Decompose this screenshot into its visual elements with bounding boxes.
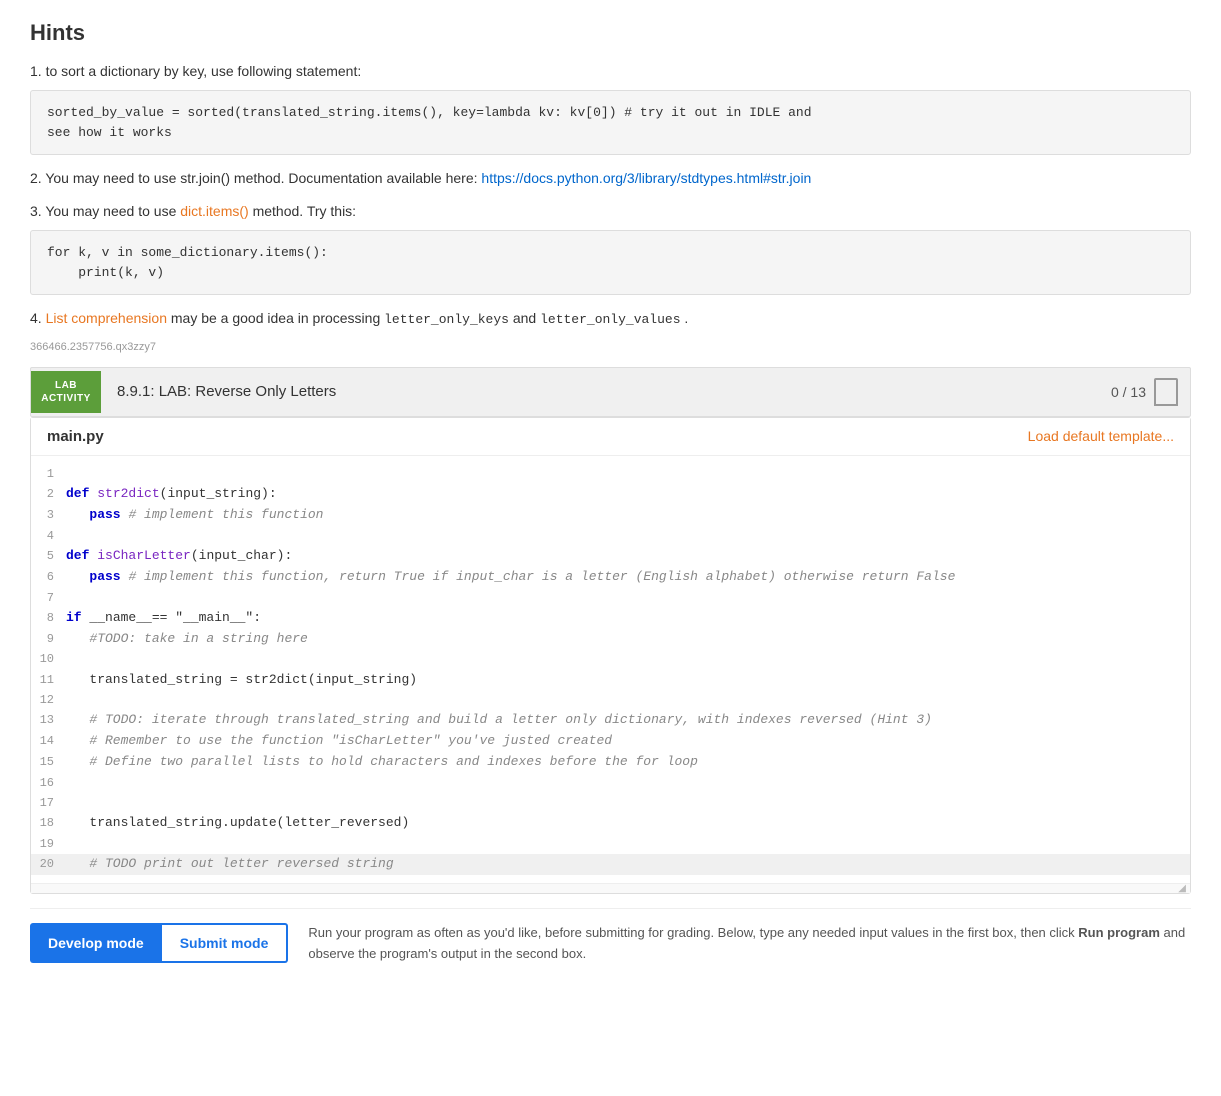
code-line-4: 4 — [31, 526, 1190, 546]
lab-score-value: 0 / 13 — [1111, 384, 1146, 400]
lab-bar: LAB ACTIVITY 8.9.1: LAB: Reverse Only Le… — [30, 367, 1191, 417]
hint-4-code2: letter_only_values — [540, 312, 680, 327]
lab-label-line1: LAB — [41, 379, 91, 392]
line-num-3: 3 — [31, 505, 66, 525]
code-line-8: 8 if __name__== "__main__": — [31, 608, 1190, 629]
lab-title: 8.9.1: LAB: Reverse Only Letters — [101, 373, 1099, 410]
submit-mode-button[interactable]: Submit mode — [162, 923, 289, 963]
code-block-2: for k, v in some_dictionary.items(): pri… — [30, 230, 1191, 295]
code-line-10: 10 — [31, 649, 1190, 669]
editor-filename: main.py — [47, 428, 104, 445]
hint-4-and: and — [513, 310, 540, 326]
load-default-link[interactable]: Load default template... — [1028, 428, 1174, 444]
mode-buttons: Develop mode Submit mode — [30, 923, 288, 963]
hint-2-link[interactable]: https://docs.python.org/3/library/stdtyp… — [481, 170, 811, 186]
bottom-description: Run your program as often as you'd like,… — [308, 923, 1191, 965]
bottom-text-bold: Run program — [1078, 925, 1160, 940]
hint-2-number: 2. — [30, 170, 42, 186]
code-line-11: 11 translated_string = str2dict(input_st… — [31, 670, 1190, 691]
code-line-6: 6 pass # implement this function, return… — [31, 567, 1190, 588]
hint-4-period: . — [684, 310, 688, 326]
hint-2: 2. You may need to use str.join() method… — [30, 167, 1191, 189]
line-num-17: 17 — [31, 793, 66, 813]
line-num-14: 14 — [31, 731, 66, 751]
resize-icon: ◢ — [1178, 883, 1186, 894]
hint-4-number: 4. — [30, 310, 42, 326]
hint-2-text-before: You may need to use str.join() method. D… — [45, 170, 481, 186]
line-num-7: 7 — [31, 588, 66, 608]
line-content-6: pass # implement this function, return T… — [66, 567, 1190, 588]
hint-3-text-before: You may need to use — [45, 203, 180, 219]
line-num-19: 19 — [31, 834, 66, 854]
code-line-19: 19 — [31, 834, 1190, 854]
code-line-3: 3 pass # implement this function — [31, 505, 1190, 526]
line-num-4: 4 — [31, 526, 66, 546]
code-line-15: 15 # Define two parallel lists to hold c… — [31, 752, 1190, 773]
line-num-18: 18 — [31, 813, 66, 833]
hint-1: 1. to sort a dictionary by key, use foll… — [30, 60, 1191, 155]
line-num-12: 12 — [31, 690, 66, 710]
lab-label-line2: ACTIVITY — [41, 392, 91, 405]
line-num-13: 13 — [31, 710, 66, 730]
page-title: Hints — [30, 20, 1191, 46]
code-line-12: 12 — [31, 690, 1190, 710]
editor-resize-handle[interactable]: ◢ — [31, 883, 1190, 893]
line-content-3: pass # implement this function — [66, 505, 1190, 526]
line-num-16: 16 — [31, 773, 66, 793]
hint-3-text-after: method. Try this: — [253, 203, 356, 219]
code-line-5: 5 def isCharLetter(input_char): — [31, 546, 1190, 567]
code-line-9: 9 #TODO: take in a string here — [31, 629, 1190, 650]
metadata: 366466.2357756.qx3zzy7 — [30, 341, 1191, 353]
lab-score: 0 / 13 — [1099, 368, 1190, 416]
line-num-15: 15 — [31, 752, 66, 772]
code-line-7: 7 — [31, 588, 1190, 608]
line-content-5: def isCharLetter(input_char): — [66, 546, 1190, 567]
bottom-text-part1: Run your program as often as you'd like,… — [308, 925, 1078, 940]
code-line-17: 17 — [31, 793, 1190, 813]
code-line-1: 1 — [31, 464, 1190, 484]
line-content-14: # Remember to use the function "isCharLe… — [66, 731, 1190, 752]
line-num-1: 1 — [31, 464, 66, 484]
code-editor[interactable]: 1 2 def str2dict(input_string): 3 pass #… — [31, 456, 1190, 883]
code-block-1: sorted_by_value = sorted(translated_stri… — [30, 90, 1191, 155]
code-line-20: 20 # TODO print out letter reversed stri… — [31, 854, 1190, 875]
line-content-15: # Define two parallel lists to hold char… — [66, 752, 1190, 773]
line-num-10: 10 — [31, 649, 66, 669]
line-content-18: translated_string.update(letter_reversed… — [66, 813, 1190, 834]
code-line-16: 16 — [31, 773, 1190, 793]
hint-4-code1: letter_only_keys — [384, 312, 509, 327]
code-line-18: 18 translated_string.update(letter_rever… — [31, 813, 1190, 834]
hints-list: 1. to sort a dictionary by key, use foll… — [30, 60, 1191, 331]
line-content-9: #TODO: take in a string here — [66, 629, 1190, 650]
line-content-8: if __name__== "__main__": — [66, 608, 1190, 629]
line-content-13: # TODO: iterate through translated_strin… — [66, 710, 1190, 731]
line-num-2: 2 — [31, 484, 66, 504]
line-num-5: 5 — [31, 546, 66, 566]
editor-container: main.py Load default template... 1 2 def… — [30, 417, 1191, 894]
code-line-2: 2 def str2dict(input_string): — [31, 484, 1190, 505]
hint-3: 3. You may need to use dict.items() meth… — [30, 200, 1191, 295]
line-num-6: 6 — [31, 567, 66, 587]
develop-mode-button[interactable]: Develop mode — [30, 923, 162, 963]
line-num-8: 8 — [31, 608, 66, 628]
hint-4: 4. List comprehension may be a good idea… — [30, 307, 1191, 331]
bottom-bar: Develop mode Submit mode Run your progra… — [30, 908, 1191, 979]
editor-header: main.py Load default template... — [31, 418, 1190, 456]
hint-3-link[interactable]: dict.items() — [180, 203, 248, 219]
hint-4-link[interactable]: List comprehension — [46, 310, 167, 326]
hint-4-text-before: may be a good idea in processing — [171, 310, 384, 326]
line-num-9: 9 — [31, 629, 66, 649]
code-line-13: 13 # TODO: iterate through translated_st… — [31, 710, 1190, 731]
code-line-14: 14 # Remember to use the function "isCha… — [31, 731, 1190, 752]
hint-3-number: 3. — [30, 203, 42, 219]
line-content-2: def str2dict(input_string): — [66, 484, 1190, 505]
hint-1-number: 1. — [30, 63, 42, 79]
line-num-11: 11 — [31, 670, 66, 690]
hint-1-text: to sort a dictionary by key, use followi… — [46, 63, 362, 79]
line-content-11: translated_string = str2dict(input_strin… — [66, 670, 1190, 691]
score-icon — [1154, 378, 1178, 406]
line-num-20: 20 — [31, 854, 66, 874]
lab-label: LAB ACTIVITY — [31, 371, 101, 413]
line-content-20: # TODO print out letter reversed string — [66, 854, 1190, 875]
